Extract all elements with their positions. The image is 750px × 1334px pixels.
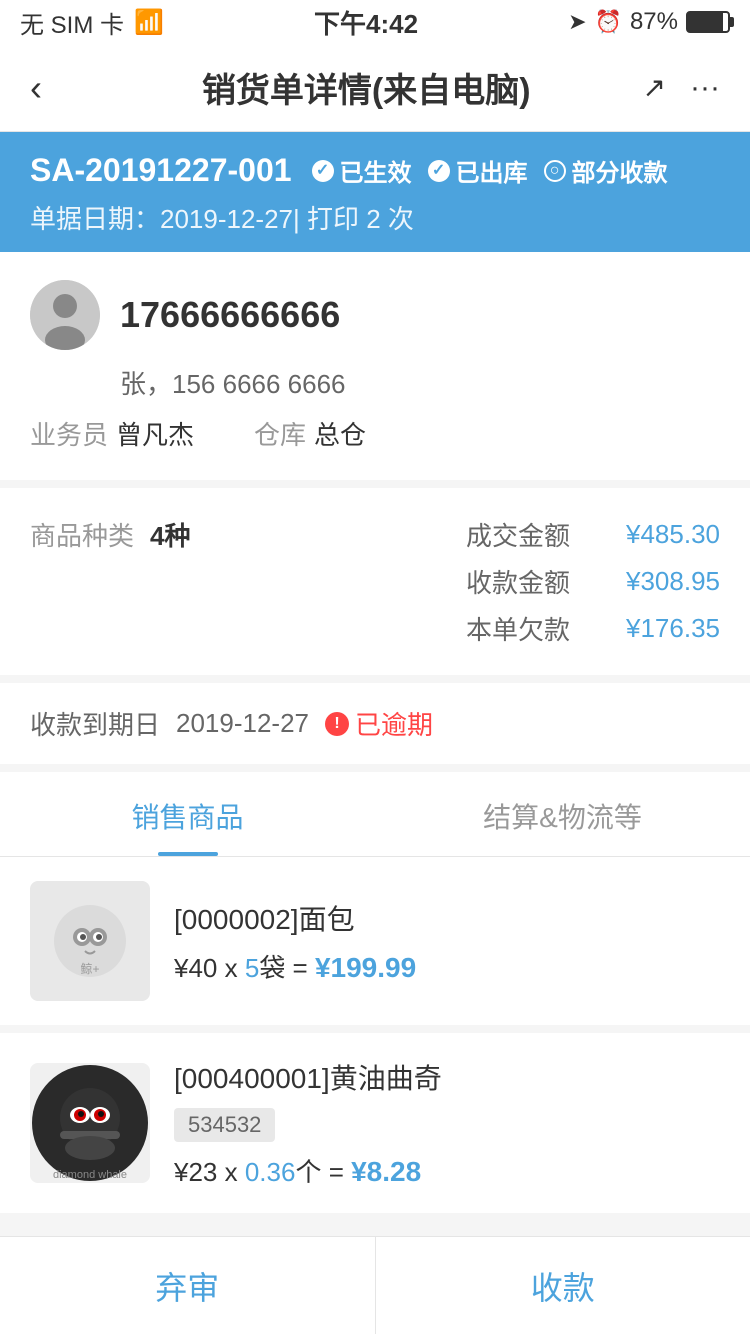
badge-partial-label: 部分收款 (572, 153, 668, 188)
received-label: 收款金额 (466, 563, 570, 600)
product-code-1: [0000002] (174, 904, 299, 935)
amount-value: ¥485.30 (590, 519, 720, 550)
type-value: 4种 (150, 516, 190, 553)
overdue-icon: ! (325, 712, 349, 736)
clock-icon: ○ (544, 160, 566, 182)
order-date: 2019-12-27 (160, 204, 293, 234)
order-badges: ✓ 已生效 ✓ 已出库 ○ 部分收款 (312, 153, 668, 188)
product-price-2: ¥23 x 0.36个 = ¥8.28 (174, 1152, 720, 1189)
customer-name: 17666666666 (120, 294, 340, 336)
customer-sub: 张，156 6666 6666 (30, 364, 720, 401)
customer-avatar (30, 280, 100, 350)
battery-icon (686, 11, 730, 33)
badge-shipped-label: 已出库 (456, 153, 528, 188)
location-icon: ➤ (568, 9, 586, 35)
owed-label: 本单欠款 (466, 610, 570, 647)
collect-payment-button[interactable]: 收款 (376, 1237, 750, 1334)
customer-meta: 业务员 曾凡杰 仓库 总仓 (30, 415, 720, 452)
warehouse-value: 总仓 (314, 415, 366, 452)
owed-row: 本单欠款 ¥176.35 (466, 610, 720, 647)
product-info-1: [0000002]面包 ¥40 x 5袋 = ¥199.99 (174, 898, 720, 985)
more-button[interactable]: ··· (690, 71, 720, 105)
amount-label: 成交金额 (466, 516, 570, 553)
share-button[interactable]: ↗︎ (643, 71, 666, 104)
product-item-2: diamond whale [000400001]黄油曲奇 534532 ¥23… (0, 1033, 750, 1213)
summary-row: 商品种类 4种 成交金额 ¥485.30 收款金额 ¥308.95 本单欠款 ¥… (30, 516, 720, 647)
nav-bar: ‹ 销货单详情(来自电脑) ↗︎ ··· (0, 44, 750, 132)
badge-partial: ○ 部分收款 (544, 153, 668, 188)
date-label: 单据日期： (30, 204, 160, 234)
tabs: 销售商品 结算&物流等 (0, 772, 750, 857)
tab-settlement[interactable]: 结算&物流等 (375, 772, 750, 856)
warehouse-label: 仓库 (254, 415, 306, 452)
product-image-1: 鲸+ (30, 881, 150, 1001)
product-tag-2: 534532 (174, 1108, 275, 1142)
product-name-2: [000400001]黄油曲奇 (174, 1057, 720, 1097)
product-code-2: [000400001] (174, 1063, 330, 1094)
product-info-2: [000400001]黄油曲奇 534532 ¥23 x 0.36个 = ¥8.… (174, 1057, 720, 1189)
alarm-icon: ⏰ (595, 9, 622, 35)
tab-sales-products[interactable]: 销售商品 (0, 772, 375, 856)
due-date: 2019-12-27 (176, 708, 309, 739)
received-row: 收款金额 ¥308.95 (466, 563, 720, 600)
carrier-text: 无 SIM 卡 (20, 5, 124, 40)
check-icon-1: ✓ (312, 160, 334, 182)
header-banner: SA-20191227-001 ✓ 已生效 ✓ 已出库 ○ 部分收款 单据日期：… (0, 132, 750, 252)
abandon-review-button[interactable]: 弃审 (0, 1237, 376, 1334)
status-bar: 无 SIM 卡 📶 下午4:42 ➤ ⏰ 87% (0, 0, 750, 44)
owed-value: ¥176.35 (590, 613, 720, 644)
check-icon-2: ✓ (428, 160, 450, 182)
overdue-text: 已逾期 (355, 705, 433, 742)
badge-shipped: ✓ 已出库 (428, 153, 528, 188)
bottom-bar: 弃审 收款 (0, 1236, 750, 1334)
order-id: SA-20191227-001 (30, 152, 292, 189)
type-label: 商品种类 (30, 516, 134, 553)
wifi-icon: 📶 (134, 8, 164, 37)
back-button[interactable]: ‹ (30, 67, 90, 109)
svg-text:鲸+: 鲸+ (80, 961, 99, 976)
overdue-badge: ! 已逾期 (325, 705, 433, 742)
summary-section: 商品种类 4种 成交金额 ¥485.30 收款金额 ¥308.95 本单欠款 ¥… (0, 488, 750, 683)
status-time: 下午4:42 (314, 4, 418, 41)
customer-top: 17666666666 (30, 280, 720, 350)
badge-effective: ✓ 已生效 (312, 153, 412, 188)
battery-text: 87% (630, 8, 678, 36)
sales-value: 曾凡杰 (116, 415, 194, 452)
summary-right: 成交金额 ¥485.30 收款金额 ¥308.95 本单欠款 ¥176.35 (466, 516, 720, 647)
order-date-row: 单据日期：2019-12-27| 打印 2 次 (30, 199, 720, 236)
svg-text:diamond whale: diamond whale (53, 1169, 127, 1181)
received-value: ¥308.95 (590, 566, 720, 597)
amount-row: 成交金额 ¥485.30 (466, 516, 720, 553)
due-label: 收款到期日 (30, 705, 160, 742)
badge-effective-label: 已生效 (340, 153, 412, 188)
status-right: ➤ ⏰ 87% (568, 8, 730, 36)
summary-left: 商品种类 4种 (30, 516, 190, 553)
due-section: 收款到期日 2019-12-27 ! 已逾期 (0, 683, 750, 772)
sales-label: 业务员 (30, 415, 108, 452)
product-name-1: [0000002]面包 (174, 898, 720, 938)
product-item: 鲸+ [0000002]面包 ¥40 x 5袋 = ¥199.99 (0, 857, 750, 1025)
page-title: 销货单详情(来自电脑) (202, 63, 531, 112)
customer-section: 17666666666 张，156 6666 6666 业务员 曾凡杰 仓库 总… (0, 252, 750, 488)
print-info: | 打印 2 次 (293, 204, 414, 234)
nav-actions: ↗︎ ··· (643, 71, 720, 105)
product-image-2: diamond whale (30, 1063, 150, 1183)
product-list: 鲸+ [0000002]面包 ¥40 x 5袋 = ¥199.99 (0, 857, 750, 1213)
product-price-1: ¥40 x 5袋 = ¥199.99 (174, 948, 720, 985)
status-left: 无 SIM 卡 📶 (20, 5, 164, 40)
order-id-row: SA-20191227-001 ✓ 已生效 ✓ 已出库 ○ 部分收款 (30, 152, 720, 189)
